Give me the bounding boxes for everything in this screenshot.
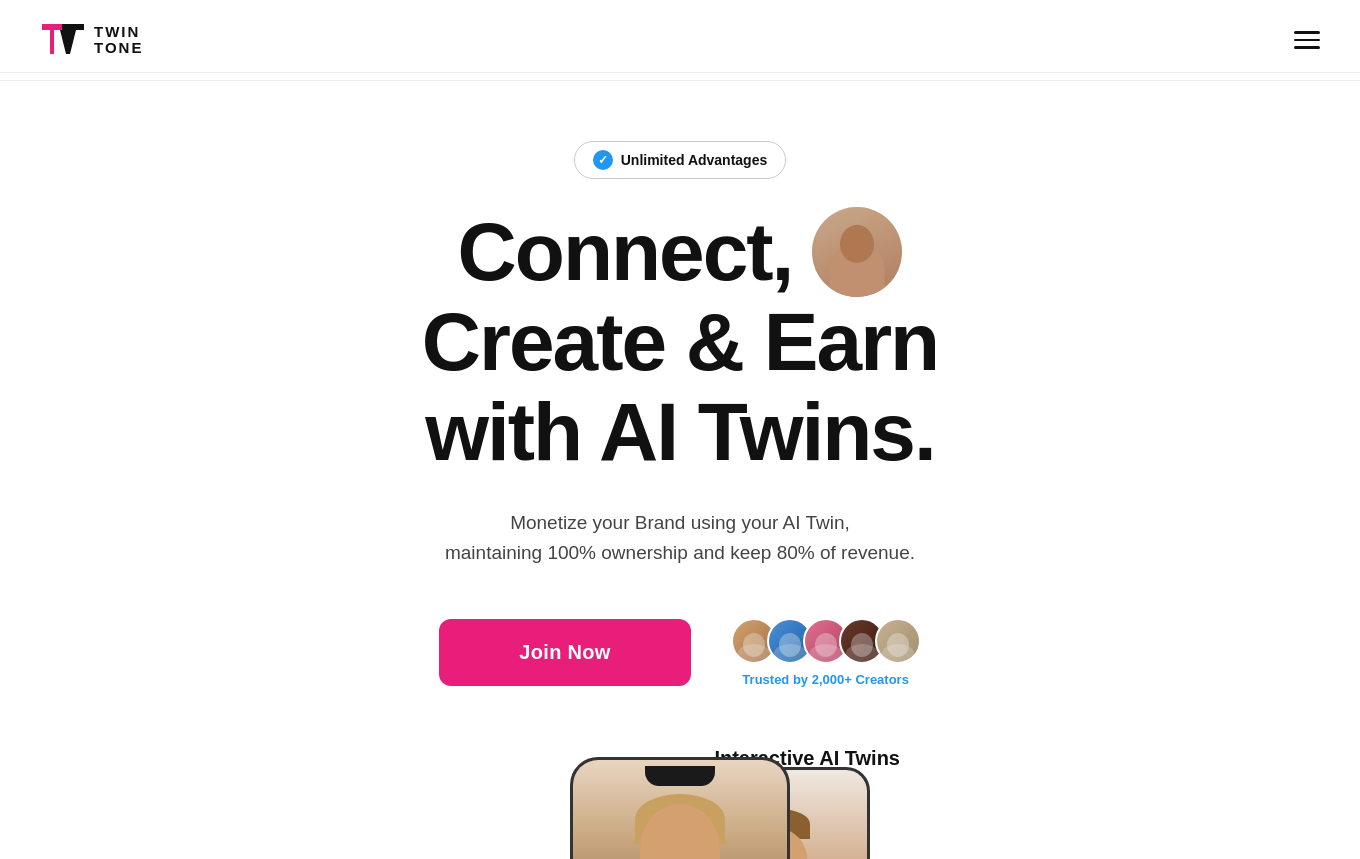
trust-block: Trusted by 2,000+ Creators bbox=[731, 618, 921, 687]
svg-marker-1 bbox=[60, 24, 84, 54]
logo-text: TWIN TONE bbox=[94, 24, 143, 57]
headline-part3: with AI Twins. bbox=[422, 387, 938, 477]
phone-face bbox=[615, 784, 745, 859]
trust-avatar-5 bbox=[875, 618, 921, 664]
logo[interactable]: TWIN TONE bbox=[40, 18, 143, 62]
headline-part2: Create & Earn bbox=[422, 297, 938, 387]
phone-notch bbox=[645, 766, 715, 786]
logo-icon bbox=[40, 18, 84, 62]
hero-subtext: Monetize your Brand using your AI Twin, … bbox=[445, 508, 915, 569]
hamburger-menu[interactable] bbox=[1294, 31, 1320, 49]
trust-label: Trusted by 2,000+ Creators bbox=[742, 672, 909, 687]
cta-row: Join Now bbox=[439, 618, 920, 687]
phone-mockup-front bbox=[570, 757, 790, 859]
join-now-button[interactable]: Join Now bbox=[439, 619, 690, 686]
avatar-face bbox=[812, 207, 902, 297]
header-divider bbox=[0, 72, 1360, 73]
phone-section: Interactive AI Twins bbox=[430, 737, 930, 859]
badge-check-icon: ✓ bbox=[593, 150, 613, 170]
headline-block: Connect, Create & Earn with AI Twins. bbox=[422, 207, 938, 478]
hero-avatar bbox=[812, 207, 902, 297]
hero-section: ✓ Unlimited Advantages Connect, Create &… bbox=[0, 81, 1360, 859]
badge-label: Unlimited Advantages bbox=[621, 152, 768, 168]
trust-avatars bbox=[731, 618, 921, 664]
svg-marker-0 bbox=[42, 24, 62, 54]
headline-row1: Connect, bbox=[422, 207, 938, 297]
badge: ✓ Unlimited Advantages bbox=[574, 141, 787, 179]
headline-part1: Connect, bbox=[458, 207, 793, 297]
